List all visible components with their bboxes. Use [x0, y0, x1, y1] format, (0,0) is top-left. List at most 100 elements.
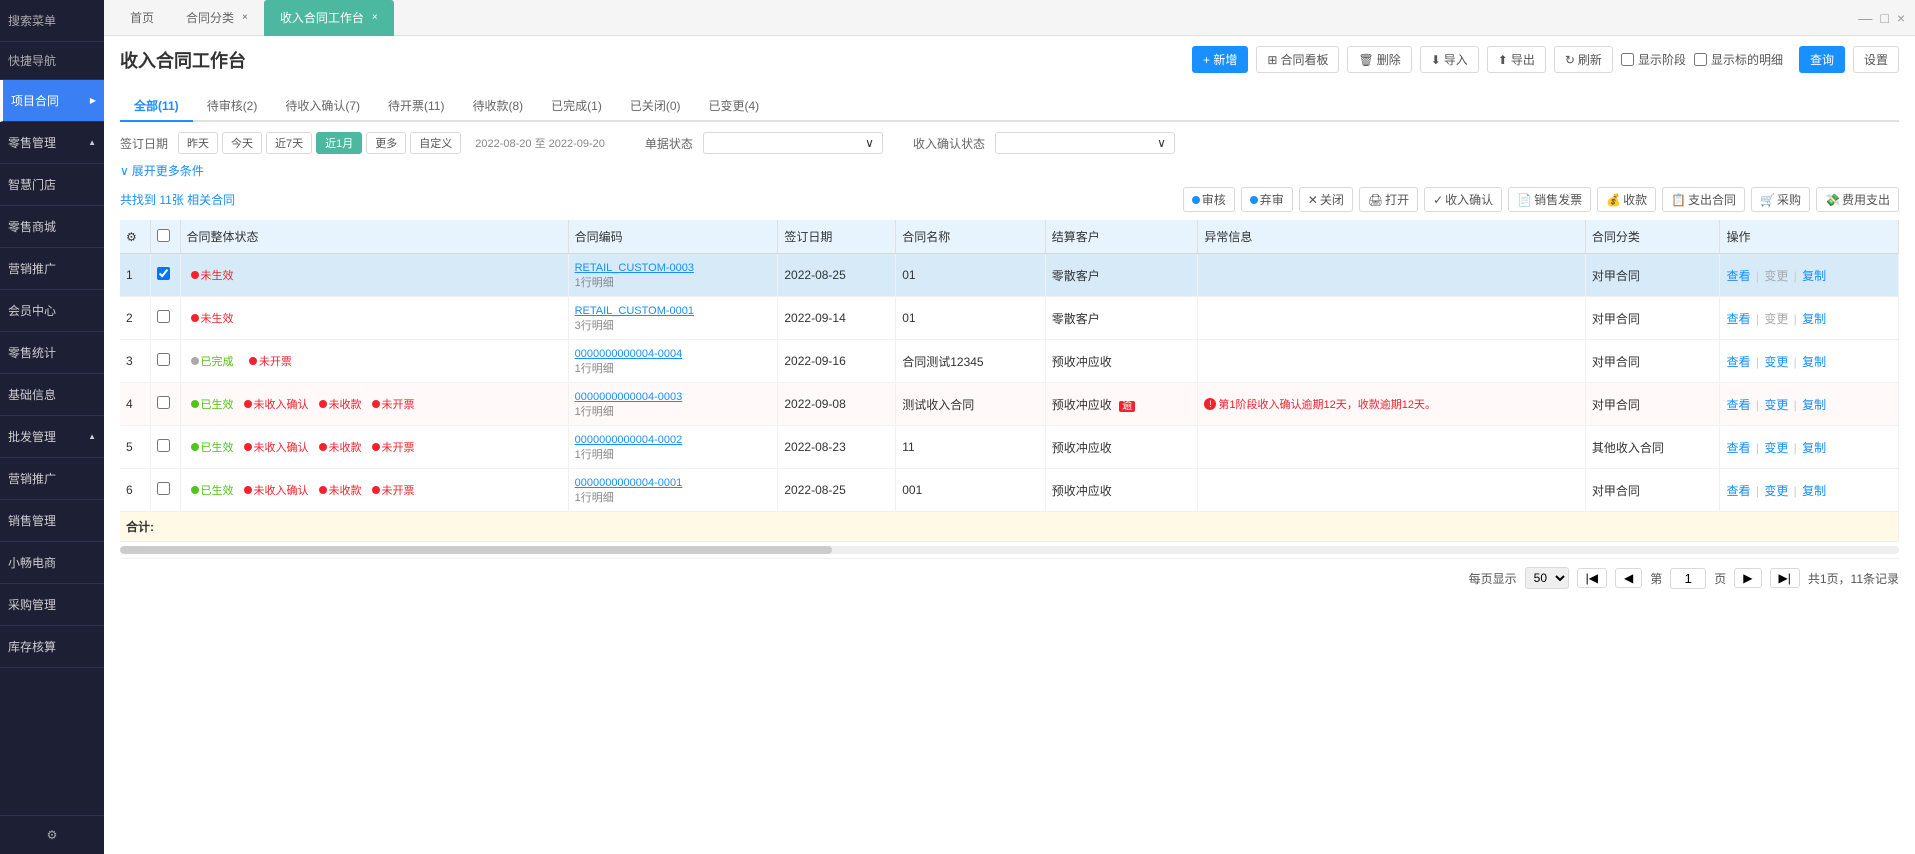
filter-tab-pending-review[interactable]: 待审核(2)	[193, 91, 272, 122]
sidebar-item-retail-stats[interactable]: 零售统计	[0, 332, 104, 374]
filter-tab-pending-income-confirm[interactable]: 待收入确认(7)	[271, 91, 374, 122]
sidebar-item-ecommerce[interactable]: 小畅电商	[0, 542, 104, 584]
sidebar-search[interactable]: 搜索菜单	[0, 0, 104, 42]
sidebar-nav[interactable]: 快捷导航	[0, 42, 104, 80]
maximize-icon[interactable]: □	[1880, 10, 1888, 26]
export-button[interactable]: ⬆ 导出	[1487, 46, 1546, 73]
minimize-icon[interactable]: —	[1858, 10, 1872, 26]
change-link[interactable]: 变更	[1764, 484, 1788, 498]
print-btn[interactable]: 🖨 打开	[1359, 187, 1418, 212]
sales-invoice-btn[interactable]: 📄 销售发票	[1508, 187, 1591, 212]
filter-tab-all[interactable]: 全部(11)	[120, 91, 193, 122]
page-number-input[interactable]	[1670, 568, 1706, 589]
filter-tab-completed[interactable]: 已完成(1)	[537, 91, 616, 122]
contract-code-link[interactable]: RETAIL_CUSTOM-0003	[575, 262, 694, 274]
collection-btn[interactable]: 💰 收款	[1597, 187, 1656, 212]
row-checkbox[interactable]	[150, 297, 180, 340]
sidebar-settings[interactable]: ⚙	[0, 815, 104, 854]
filter-tab-closed[interactable]: 已关闭(0)	[616, 91, 695, 122]
more-btn[interactable]: 更多	[366, 132, 406, 154]
dashboard-button[interactable]: ⊞ 合同看板	[1256, 46, 1339, 73]
fee-out-btn[interactable]: 💸 费用支出	[1816, 187, 1899, 212]
tab-close-contract-category[interactable]: ×	[242, 12, 248, 23]
add-button[interactable]: + 新增	[1192, 46, 1248, 73]
sidebar-item-marketing2[interactable]: 营销推广	[0, 458, 104, 500]
close-icon[interactable]: ×	[1897, 10, 1905, 26]
row-checkbox[interactable]	[150, 426, 180, 469]
yesterday-btn[interactable]: 昨天	[178, 132, 218, 154]
custom-btn[interactable]: 自定义	[410, 132, 461, 154]
last7days-btn[interactable]: 近7天	[266, 132, 312, 154]
copy-link[interactable]: 复制	[1802, 441, 1826, 455]
copy-link[interactable]: 复制	[1802, 484, 1826, 498]
copy-link[interactable]: 复制	[1802, 355, 1826, 369]
next-page-btn[interactable]: ▶	[1734, 568, 1761, 588]
th-checkbox[interactable]	[150, 220, 180, 254]
th-settings[interactable]: ⚙	[120, 220, 150, 254]
sidebar-item-sales-mgmt[interactable]: 销售管理	[0, 500, 104, 542]
change-link[interactable]: 变更	[1764, 312, 1788, 326]
row-checkbox[interactable]	[150, 340, 180, 383]
row-checkbox[interactable]	[150, 254, 180, 297]
expense-out-btn[interactable]: 📋 支出合同	[1662, 187, 1745, 212]
change-link[interactable]: 变更	[1764, 269, 1788, 283]
horizontal-scrollbar[interactable]	[120, 546, 1899, 554]
copy-link[interactable]: 复制	[1802, 398, 1826, 412]
query-button[interactable]: 查询	[1799, 46, 1845, 73]
last-page-btn[interactable]: ▶|	[1770, 568, 1800, 588]
contract-code-link[interactable]: 0000000000004-0003	[575, 391, 683, 403]
sidebar-item-project-contract[interactable]: 项目合同 ▶	[0, 80, 104, 122]
show-stage-checkbox[interactable]: 显示阶段	[1621, 51, 1686, 68]
last1month-btn[interactable]: 近1月	[316, 132, 362, 154]
delete-button[interactable]: 🗑 删除	[1347, 46, 1411, 73]
expand-more-btn[interactable]: ∨ 展开更多条件	[120, 162, 1899, 179]
audit-btn[interactable]: 审核	[1183, 187, 1235, 212]
change-link[interactable]: 变更	[1764, 355, 1788, 369]
sidebar-item-smart-store[interactable]: 智慧门店	[0, 164, 104, 206]
import-button[interactable]: ⬇ 导入	[1420, 46, 1479, 73]
filter-tab-changed[interactable]: 已变更(4)	[695, 91, 774, 122]
scroll-thumb[interactable]	[120, 546, 832, 554]
prev-page-btn[interactable]: ◀	[1615, 568, 1642, 588]
contract-code-link[interactable]: 0000000000004-0004	[575, 348, 683, 360]
per-page-select[interactable]: 50	[1525, 567, 1569, 589]
tab-income-workbench[interactable]: 收入合同工作台 ×	[264, 0, 394, 36]
sidebar-item-marketing[interactable]: 营销推广	[0, 248, 104, 290]
first-page-btn[interactable]: |◀	[1577, 568, 1607, 588]
sidebar-item-retail-mgmt[interactable]: 零售管理 ▲	[0, 122, 104, 164]
sidebar-item-member[interactable]: 会员中心	[0, 290, 104, 332]
view-link[interactable]: 查看	[1726, 355, 1750, 369]
filter-tab-pending-collection[interactable]: 待收款(8)	[458, 91, 537, 122]
view-link[interactable]: 查看	[1726, 484, 1750, 498]
settings-button[interactable]: 设置	[1853, 46, 1899, 73]
close-contract-btn[interactable]: ✕ 关闭	[1299, 187, 1353, 212]
income-confirm-btn[interactable]: ✓ 收入确认	[1424, 187, 1502, 212]
change-link[interactable]: 变更	[1764, 441, 1788, 455]
sidebar-item-basic-info[interactable]: 基础信息	[0, 374, 104, 416]
sidebar-item-retail-mall[interactable]: 零售商城	[0, 206, 104, 248]
change-link[interactable]: 变更	[1764, 398, 1788, 412]
doc-status-select[interactable]: ∨	[703, 132, 883, 154]
row-checkbox[interactable]	[150, 383, 180, 426]
contract-code-link[interactable]: 0000000000004-0002	[575, 434, 683, 446]
refresh-button[interactable]: ↻ 刷新	[1554, 46, 1613, 73]
sidebar-item-purchase-mgmt[interactable]: 采购管理	[0, 584, 104, 626]
today-btn[interactable]: 今天	[222, 132, 262, 154]
view-link[interactable]: 查看	[1726, 441, 1750, 455]
copy-link[interactable]: 复制	[1802, 312, 1826, 326]
sidebar-item-wholesale-mgmt[interactable]: 批发管理 ▲	[0, 416, 104, 458]
purchase-btn[interactable]: 🛒 采购	[1751, 187, 1810, 212]
view-link[interactable]: 查看	[1726, 312, 1750, 326]
view-link[interactable]: 查看	[1726, 269, 1750, 283]
contract-code-link[interactable]: 0000000000004-0001	[575, 477, 683, 489]
row-checkbox[interactable]	[150, 469, 180, 512]
abandon-btn[interactable]: 弃审	[1241, 187, 1293, 212]
show-detail-checkbox[interactable]: 显示标的明细	[1694, 51, 1783, 68]
tab-home[interactable]: 首页	[114, 0, 170, 36]
view-link[interactable]: 查看	[1726, 398, 1750, 412]
copy-link[interactable]: 复制	[1802, 269, 1826, 283]
filter-tab-pending-invoice[interactable]: 待开票(11)	[374, 91, 458, 122]
sidebar-item-inventory[interactable]: 库存核算	[0, 626, 104, 668]
income-confirm-select[interactable]: ∨	[995, 132, 1175, 154]
tab-close-income-workbench[interactable]: ×	[372, 12, 378, 23]
